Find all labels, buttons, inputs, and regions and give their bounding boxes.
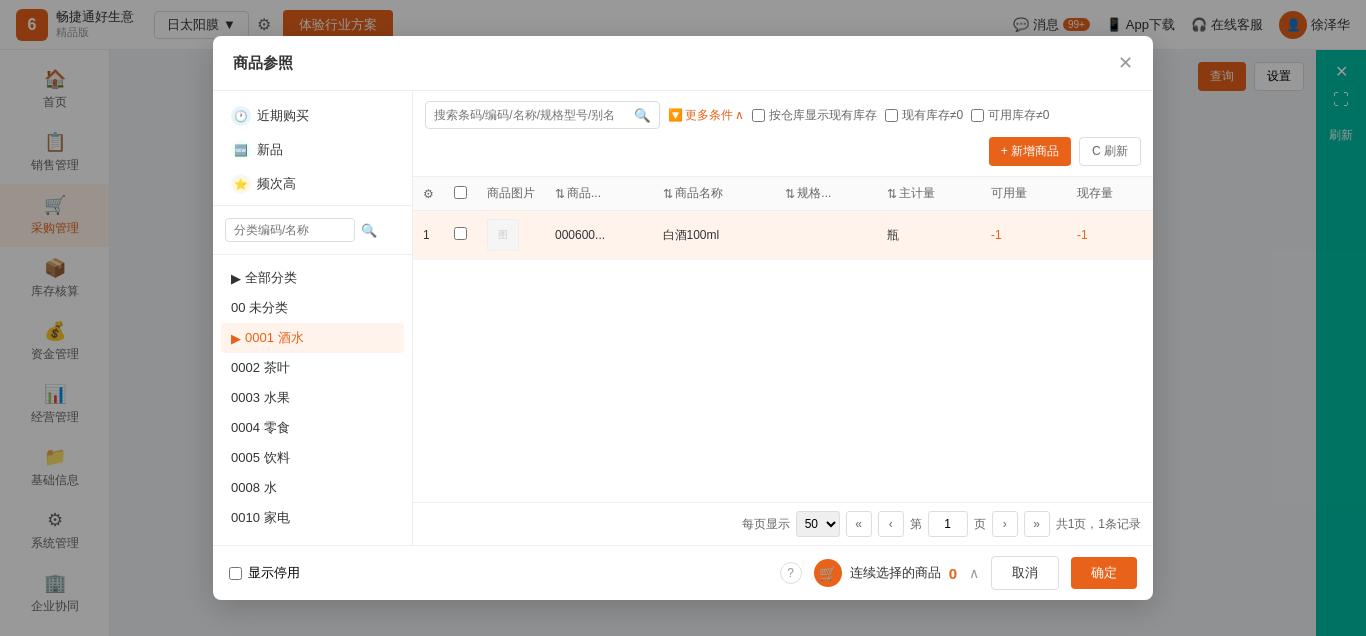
prev-page-button[interactable]: ‹ xyxy=(878,511,904,537)
new-icon: 🆕 xyxy=(231,140,251,160)
next-page-button[interactable]: › xyxy=(992,511,1018,537)
last-page-button[interactable]: » xyxy=(1024,511,1050,537)
cat-search: 🔍 xyxy=(213,210,412,250)
row-name: 白酒100ml xyxy=(653,211,776,260)
sort-icon3: ⇅ xyxy=(785,187,795,201)
col-no: ⚙ xyxy=(413,177,444,211)
modal-header: 商品参照 ✕ xyxy=(213,36,1153,91)
recent-icon: 🕐 xyxy=(231,106,251,126)
sort-icon2: ⇅ xyxy=(663,187,673,201)
filter-icon: 🔽 xyxy=(668,108,683,122)
modal-footer: 显示停用 ? 🛒 连续选择的商品 0 ∧ 取消 确定 xyxy=(213,545,1153,600)
cat-0004[interactable]: 0004 零食 xyxy=(221,413,404,443)
cat-all[interactable]: ▶ 全部分类 xyxy=(221,263,404,293)
total-info: 共1页，1条记录 xyxy=(1056,516,1141,533)
cat-search-icon[interactable]: 🔍 xyxy=(361,223,377,238)
product-toolbar: 🔍 🔽 更多条件 ∧ 按仓库显示现有库存 xyxy=(413,91,1153,177)
collapse-button[interactable]: ∧ xyxy=(969,565,979,581)
cat-0001[interactable]: ▶ 0001 酒水 xyxy=(221,323,404,353)
cat-00[interactable]: 00 未分类 xyxy=(221,293,404,323)
confirm-button[interactable]: 确定 xyxy=(1071,557,1137,589)
modal-body: 🕐 近期购买 🆕 新品 ⭐ 频次高 xyxy=(213,91,1153,545)
cart-count: 0 xyxy=(949,565,957,582)
cat-new[interactable]: 🆕 新品 xyxy=(221,133,404,167)
first-page-button[interactable]: « xyxy=(846,511,872,537)
freq-icon: ⭐ xyxy=(231,174,251,194)
product-image: 图 xyxy=(487,219,519,251)
cat-freq[interactable]: ⭐ 频次高 xyxy=(221,167,404,201)
cart-area: 🛒 连续选择的商品 0 xyxy=(814,559,957,587)
col-img-header: 商品图片 xyxy=(477,177,545,211)
row-unit: 瓶 xyxy=(877,211,981,260)
cat-recent[interactable]: 🕐 近期购买 xyxy=(221,99,404,133)
table-row[interactable]: 1 图 000600... 白酒100ml 瓶 -1 xyxy=(413,211,1153,260)
product-search-box: 🔍 xyxy=(425,101,660,129)
row-stock: -1 xyxy=(1067,211,1153,260)
cat-0008[interactable]: 0008 水 xyxy=(221,473,404,503)
warehouse-display-checkbox[interactable]: 按仓库显示现有库存 xyxy=(752,107,877,124)
cancel-button[interactable]: 取消 xyxy=(991,556,1059,590)
page-number-input[interactable] xyxy=(928,511,968,537)
modal-close-button[interactable]: ✕ xyxy=(1118,52,1133,74)
sort-icon4: ⇅ xyxy=(887,187,897,201)
settings-icon[interactable]: ⚙ xyxy=(423,187,434,201)
category-panel: 🕐 近期购买 🆕 新品 ⭐ 频次高 xyxy=(213,91,413,545)
per-page-select[interactable]: 50 xyxy=(796,511,840,537)
product-list-table: ⚙ 商品图片 ⇅ 商品... xyxy=(413,177,1153,260)
col-name-header[interactable]: ⇅ 商品名称 xyxy=(653,177,776,211)
refresh-button[interactable]: C 刷新 xyxy=(1079,137,1141,166)
cat-0005[interactable]: 0005 饮料 xyxy=(221,443,404,473)
row-code: 000600... xyxy=(545,211,653,260)
cat-divider xyxy=(213,205,412,206)
row-checkbox[interactable] xyxy=(444,211,477,260)
product-search-input[interactable] xyxy=(426,108,626,122)
cat-0003[interactable]: 0003 水果 xyxy=(221,383,404,413)
footer-right: ? 🛒 连续选择的商品 0 ∧ 取消 确定 xyxy=(780,556,1137,590)
product-search-button[interactable]: 🔍 xyxy=(626,108,659,123)
cat-0002[interactable]: 0002 茶叶 xyxy=(221,353,404,383)
usable-nonzero-checkbox[interactable]: 可用库存≠0 xyxy=(971,107,1049,124)
available-nonzero-checkbox[interactable]: 现有库存≠0 xyxy=(885,107,963,124)
select-all-checkbox[interactable] xyxy=(454,186,467,199)
col-spec-header[interactable]: ⇅ 规格... xyxy=(775,177,876,211)
modal-overlay: 商品参照 ✕ 🕐 近期购买 🆕 新品 xyxy=(0,0,1366,636)
help-icon[interactable]: ? xyxy=(780,562,802,584)
col-code-header[interactable]: ⇅ 商品... xyxy=(545,177,653,211)
row-img: 图 xyxy=(477,211,545,260)
row-spec xyxy=(775,211,876,260)
col-checkbox xyxy=(444,177,477,211)
category-tree: ▶ 全部分类 00 未分类 ▶ 0001 酒水 0002 茶叶 xyxy=(213,259,412,537)
product-panel: 🔍 🔽 更多条件 ∧ 按仓库显示现有库存 xyxy=(413,91,1153,545)
product-reference-modal: 商品参照 ✕ 🕐 近期购买 🆕 新品 xyxy=(213,36,1153,600)
sort-icon: ⇅ xyxy=(555,187,565,201)
more-filter-button[interactable]: 🔽 更多条件 ∧ xyxy=(668,107,744,124)
cat-search-input[interactable] xyxy=(225,218,355,242)
toolbar-right: + 新增商品 C 刷新 xyxy=(989,137,1141,166)
col-available-header[interactable]: 可用量 xyxy=(981,177,1067,211)
modal-title: 商品参照 xyxy=(233,54,293,73)
cat-0010[interactable]: 0010 家电 xyxy=(221,503,404,533)
cat-divider2 xyxy=(213,254,412,255)
show-disabled-checkbox[interactable]: 显示停用 xyxy=(229,564,300,582)
quick-items: 🕐 近期购买 🆕 新品 ⭐ 频次高 xyxy=(213,99,412,201)
add-product-button[interactable]: + 新增商品 xyxy=(989,137,1071,166)
col-unit-header[interactable]: ⇅ 主计量 xyxy=(877,177,981,211)
pagination: 每页显示 50 « ‹ 第 页 › » 共1页，1条记录 xyxy=(413,502,1153,545)
table-header-row: ⚙ 商品图片 ⇅ 商品... xyxy=(413,177,1153,211)
product-table: ⚙ 商品图片 ⇅ 商品... xyxy=(413,177,1153,502)
col-stock-header[interactable]: 现存量 xyxy=(1067,177,1153,211)
cart-icon[interactable]: 🛒 xyxy=(814,559,842,587)
row-available: -1 xyxy=(981,211,1067,260)
row-no: 1 xyxy=(413,211,444,260)
